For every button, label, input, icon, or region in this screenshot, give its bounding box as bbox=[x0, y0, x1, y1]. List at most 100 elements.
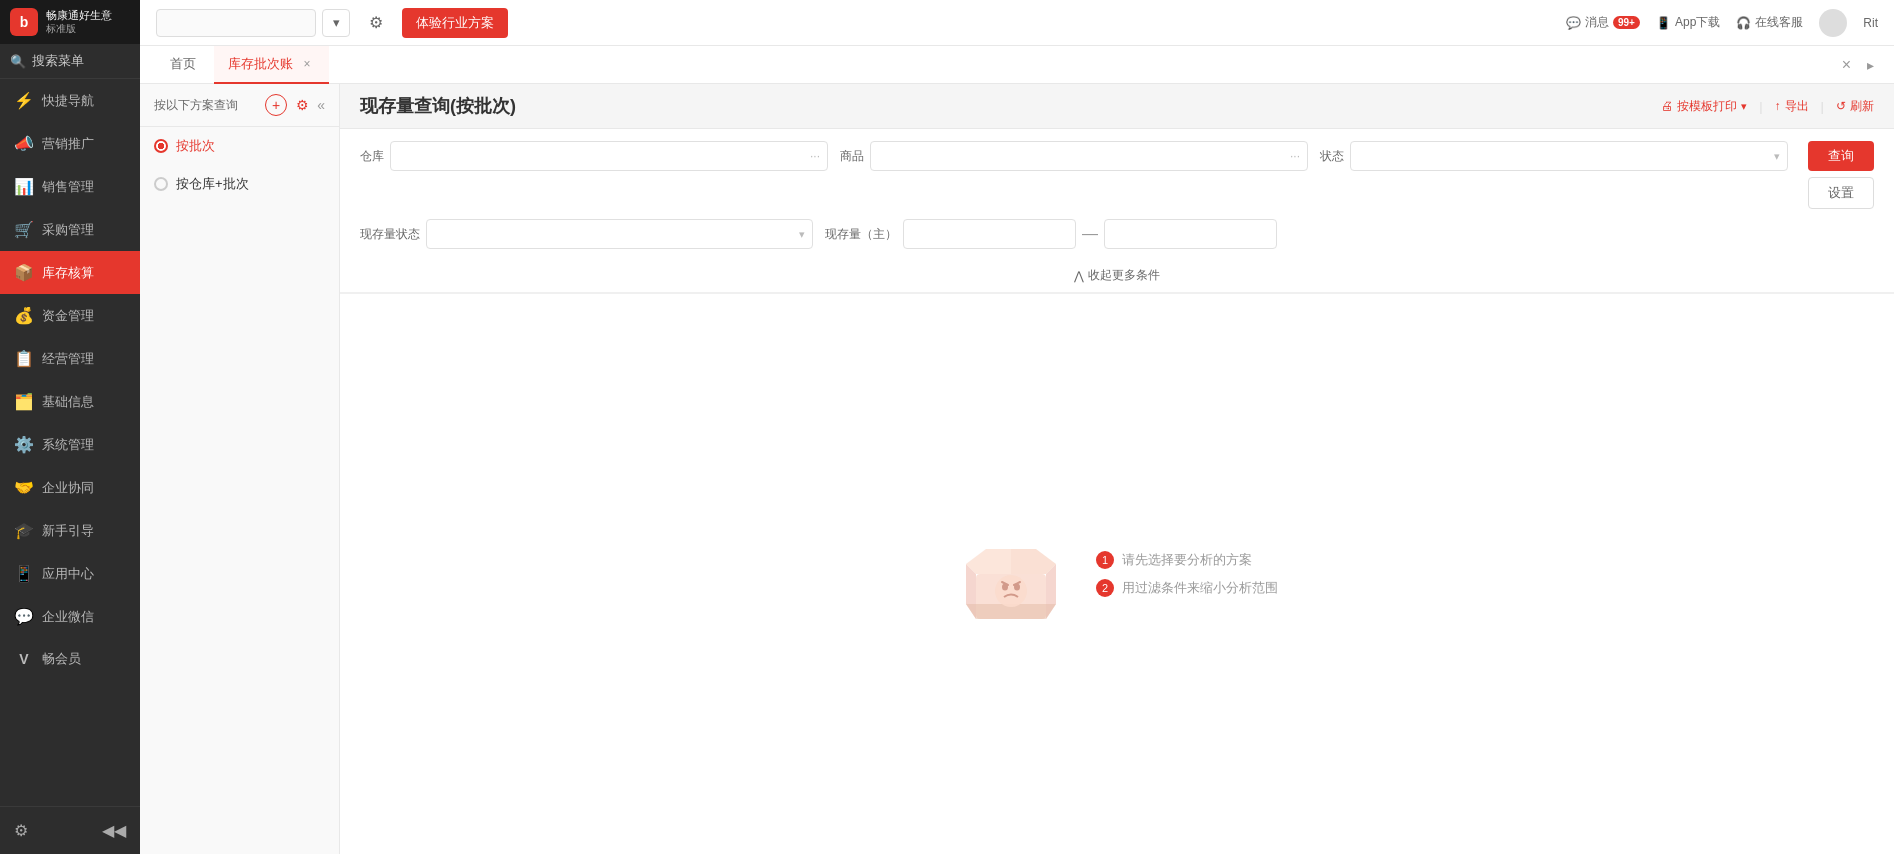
sidebar-item-marketing[interactable]: 📣 营销推广 bbox=[0, 122, 140, 165]
main-area: ▾ ⚙ 体验行业方案 💬 消息 99+ 📱 App下载 🎧 在线客服 Rit bbox=[140, 0, 1894, 854]
svg-marker-5 bbox=[1011, 549, 1056, 574]
page-title: 现存量查询(按批次) bbox=[360, 94, 516, 118]
inventory-status-select[interactable] bbox=[426, 219, 813, 249]
svg-point-6 bbox=[995, 575, 1027, 607]
filter-add-btn[interactable]: + bbox=[265, 94, 287, 116]
print-btn[interactable]: 🖨 按模板打印 ▾ bbox=[1661, 98, 1747, 115]
finance-icon: 💰 bbox=[14, 306, 34, 325]
sidebar-item-operations[interactable]: 📋 经营管理 bbox=[0, 337, 140, 380]
status-field: 状态 ▾ bbox=[1320, 141, 1788, 171]
sidebar-item-purchase[interactable]: 🛒 采购管理 bbox=[0, 208, 140, 251]
tab-close-btn[interactable]: × bbox=[299, 56, 315, 72]
print-dropdown-icon[interactable]: ▾ bbox=[1741, 100, 1747, 113]
export-btn[interactable]: ↑ 导出 bbox=[1775, 98, 1809, 115]
refresh-btn[interactable]: ↺ 刷新 bbox=[1836, 98, 1874, 115]
sidebar-item-quick-nav[interactable]: ⚡ 快捷导航 bbox=[0, 79, 140, 122]
search-menu[interactable]: 🔍 搜索菜单 bbox=[0, 44, 140, 79]
headset-icon: 🎧 bbox=[1736, 16, 1751, 30]
product-more-btn[interactable]: ··· bbox=[1290, 149, 1300, 163]
username[interactable]: Rit bbox=[1863, 16, 1878, 30]
warehouse-more-btn[interactable]: ··· bbox=[810, 149, 820, 163]
inventory-qty-label: 现存量（主） bbox=[825, 226, 897, 243]
hint-text-2: 用过滤条件来缩小分析范围 bbox=[1122, 579, 1278, 597]
sidebar-item-basic-info[interactable]: 🗂️ 基础信息 bbox=[0, 380, 140, 423]
sidebar-item-member[interactable]: V 畅会员 bbox=[0, 638, 140, 680]
mobile-icon: 📱 bbox=[1656, 16, 1671, 30]
sidebar-item-label: 企业协同 bbox=[42, 479, 94, 497]
sidebar-item-label: 系统管理 bbox=[42, 436, 94, 454]
topbar: ▾ ⚙ 体验行业方案 💬 消息 99+ 📱 App下载 🎧 在线客服 Rit bbox=[140, 0, 1894, 46]
sidebar-item-system[interactable]: ⚙️ 系统管理 bbox=[0, 423, 140, 466]
filter-panel-header: 按以下方案查询 + ⚙ « bbox=[140, 84, 339, 127]
newbie-icon: 🎓 bbox=[14, 521, 34, 540]
hint-text-1: 请先选择要分析的方案 bbox=[1122, 551, 1252, 569]
settings-button[interactable]: 设置 bbox=[1808, 177, 1874, 209]
product-field: 商品 ··· bbox=[840, 141, 1308, 171]
search-menu-label: 搜索菜单 bbox=[32, 52, 84, 70]
empty-hint-1: 1 请先选择要分析的方案 bbox=[1096, 551, 1278, 569]
tabbar: 首页 库存批次账 × × ▸ bbox=[140, 46, 1894, 84]
collapse-sidebar-btn[interactable]: ◀◀ bbox=[98, 817, 130, 844]
query-header: 现存量查询(按批次) 🖨 按模板打印 ▾ | ↑ 导出 | ↺ bbox=[340, 84, 1894, 129]
topbar-search-input[interactable] bbox=[156, 9, 316, 37]
inventory-status-field: 现存量状态 ▾ bbox=[360, 219, 813, 249]
trial-btn[interactable]: 体验行业方案 bbox=[402, 8, 508, 38]
tab-inventory-batch[interactable]: 库存批次账 × bbox=[214, 46, 329, 84]
filter-collapse-btn[interactable]: « bbox=[317, 97, 325, 113]
topbar-dropdown-btn[interactable]: ▾ bbox=[322, 9, 350, 37]
filter-item-warehouse-batch-label: 按仓库+批次 bbox=[176, 175, 249, 193]
filter-fields-container: 仓库 ··· 商品 ··· bbox=[340, 129, 1894, 294]
inventory-icon: 📦 bbox=[14, 263, 34, 282]
sidebar-item-label: 新手引导 bbox=[42, 522, 94, 540]
sidebar-item-label: 基础信息 bbox=[42, 393, 94, 411]
panel-more-btn[interactable]: ▸ bbox=[1863, 57, 1878, 73]
empty-state: 1 请先选择要分析的方案 2 用过滤条件来缩小分析范围 bbox=[340, 294, 1894, 854]
status-label: 状态 bbox=[1320, 148, 1344, 165]
query-button[interactable]: 查询 bbox=[1808, 141, 1874, 171]
warehouse-field: 仓库 ··· bbox=[360, 141, 828, 171]
topbar-gear-btn[interactable]: ⚙ bbox=[362, 9, 390, 37]
sidebar-item-enterprise[interactable]: 🤝 企业协同 bbox=[0, 466, 140, 509]
filter-settings-btn[interactable]: ⚙ bbox=[291, 94, 313, 116]
wechat-icon: 💬 bbox=[14, 607, 34, 626]
messages-action[interactable]: 💬 消息 99+ bbox=[1566, 14, 1640, 31]
tab-inventory-batch-label: 库存批次账 bbox=[228, 55, 293, 73]
topbar-left: ▾ ⚙ 体验行业方案 bbox=[156, 8, 508, 38]
avatar[interactable] bbox=[1819, 9, 1847, 37]
inventory-qty-max[interactable] bbox=[1104, 219, 1277, 249]
enterprise-icon: 🤝 bbox=[14, 478, 34, 497]
sidebar-item-label: 资金管理 bbox=[42, 307, 94, 325]
sidebar-item-newbie[interactable]: 🎓 新手引导 bbox=[0, 509, 140, 552]
sidebar-item-finance[interactable]: 💰 资金管理 bbox=[0, 294, 140, 337]
warehouse-label: 仓库 bbox=[360, 148, 384, 165]
inventory-qty-field: 现存量（主） — bbox=[825, 219, 1278, 249]
empty-state-content: 1 请先选择要分析的方案 2 用过滤条件来缩小分析范围 bbox=[956, 519, 1278, 629]
tab-home[interactable]: 首页 bbox=[156, 46, 210, 84]
printer-icon: 🖨 bbox=[1661, 99, 1673, 113]
filter-item-batch[interactable]: 按批次 bbox=[140, 127, 339, 165]
settings-footer-btn[interactable]: ⚙ bbox=[10, 817, 32, 844]
inventory-qty-min[interactable] bbox=[903, 219, 1076, 249]
sidebar: b 畅康通好生意 标准版 🔍 搜索菜单 ⚡ 快捷导航 📣 营销推广 📊 销售管理… bbox=[0, 0, 140, 854]
filter-item-warehouse-batch[interactable]: 按仓库+批次 bbox=[140, 165, 339, 203]
warehouse-input[interactable] bbox=[390, 141, 828, 171]
sidebar-item-sales[interactable]: 📊 销售管理 bbox=[0, 165, 140, 208]
purchase-icon: 🛒 bbox=[14, 220, 34, 239]
sidebar-item-app-center[interactable]: 📱 应用中心 bbox=[0, 552, 140, 595]
sidebar-item-inventory[interactable]: 📦 库存核算 bbox=[0, 251, 140, 294]
status-select[interactable] bbox=[1350, 141, 1788, 171]
refresh-label: 刷新 bbox=[1850, 98, 1874, 115]
panel-close-btn[interactable]: × bbox=[1834, 56, 1859, 74]
product-input[interactable] bbox=[870, 141, 1308, 171]
sidebar-item-label: 库存核算 bbox=[42, 264, 94, 282]
range-dash: — bbox=[1082, 225, 1098, 243]
export-icon: ↑ bbox=[1775, 99, 1781, 113]
sidebar-header: b 畅康通好生意 标准版 bbox=[0, 0, 140, 44]
sidebar-item-wechat[interactable]: 💬 企业微信 bbox=[0, 595, 140, 638]
app-download-action[interactable]: 📱 App下载 bbox=[1656, 14, 1720, 31]
sidebar-item-label: 快捷导航 bbox=[42, 92, 94, 110]
collapse-more-btn[interactable]: ⋀ 收起更多条件 bbox=[340, 259, 1894, 293]
query-header-actions: 🖨 按模板打印 ▾ | ↑ 导出 | ↺ 刷新 bbox=[1661, 98, 1874, 115]
online-service-action[interactable]: 🎧 在线客服 bbox=[1736, 14, 1803, 31]
topbar-right: 💬 消息 99+ 📱 App下载 🎧 在线客服 Rit bbox=[1566, 9, 1878, 37]
